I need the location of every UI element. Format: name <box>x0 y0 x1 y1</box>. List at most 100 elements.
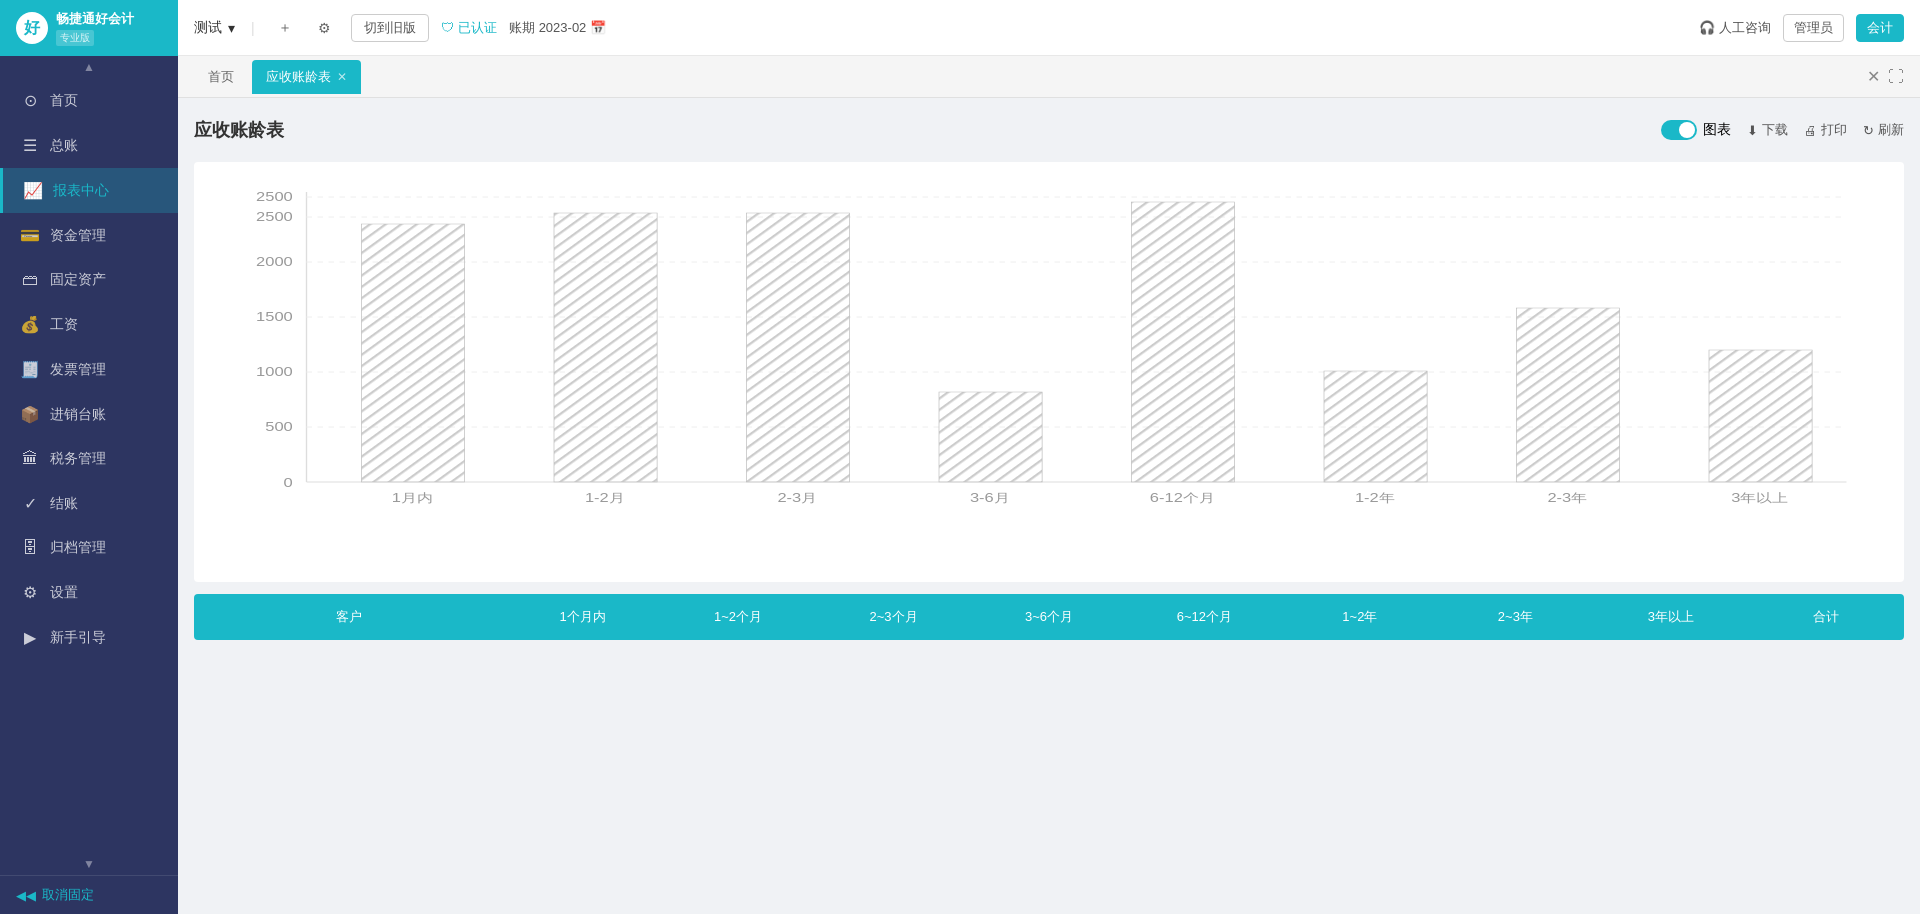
sidebar-item-payroll[interactable]: 💰 工资 <box>0 302 178 347</box>
table-container: 客户 1个月内 1~2个月 2~3个月 3~6个月 6~12个月 1~2年 2~… <box>194 594 1904 640</box>
download-label: 下载 <box>1762 121 1788 139</box>
tab-home[interactable]: 首页 <box>194 60 248 94</box>
sidebar-item-ledger[interactable]: ☰ 总账 <box>0 123 178 168</box>
content-area: 应收账龄表 图表 ⬇ 下载 🖨 打印 ↻ 刷新 <box>178 98 1920 914</box>
sidebar-item-archive[interactable]: 🗄 归档管理 <box>0 526 178 570</box>
svg-text:2-3月: 2-3月 <box>777 491 817 504</box>
bar-6-12个月 <box>1132 202 1235 482</box>
sidebar-scroll-down[interactable]: ▼ <box>0 853 178 875</box>
period-display: 账期 2023-02 📅 <box>509 19 607 37</box>
tabs-bar: 首页 应收账龄表 ✕ ✕ ⛶ <box>178 56 1920 98</box>
logo-text: 畅捷通好会计 专业版 <box>56 10 134 46</box>
download-icon: ⬇ <box>1747 123 1758 138</box>
support-label: 人工咨询 <box>1719 19 1771 37</box>
sidebar-item-reports[interactable]: 📈 报表中心 <box>0 168 178 213</box>
period-label: 账期 <box>509 19 535 37</box>
sidebar-item-label: 进销台账 <box>50 406 106 424</box>
sidebar-item-inventory[interactable]: 📦 进销台账 <box>0 392 178 437</box>
svg-text:1月内: 1月内 <box>392 491 433 504</box>
switch-old-version-button[interactable]: 切到旧版 <box>351 14 429 42</box>
chart-toggle[interactable] <box>1661 120 1697 140</box>
reports-icon: 📈 <box>23 181 43 200</box>
cancel-fixed-btn[interactable]: ◀◀ 取消固定 <box>0 875 178 914</box>
th-customer: 客户 <box>194 608 505 626</box>
th-1-2year: 1~2年 <box>1282 608 1437 626</box>
sidebar-nav: ⊙ 首页 ☰ 总账 📈 报表中心 💳 资金管理 🗃 固定资产 💰 工资 🧾 发票… <box>0 78 178 853</box>
sidebar-item-label: 设置 <box>50 584 78 602</box>
tab-close-icon[interactable]: ✕ <box>337 70 347 84</box>
tabs-right-controls: ✕ ⛶ <box>1867 67 1904 86</box>
tax-icon: 🏛 <box>20 450 40 468</box>
topbar-right: 🎧 人工咨询 管理员 会计 <box>1699 14 1904 42</box>
svg-text:2000: 2000 <box>256 255 293 268</box>
sidebar-item-label: 资金管理 <box>50 227 106 245</box>
svg-text:1000: 1000 <box>256 365 293 378</box>
calendar-icon[interactable]: 📅 <box>590 20 606 35</box>
th-2-3month: 2~3个月 <box>816 608 971 626</box>
workspace-settings-button[interactable]: ⚙ <box>311 14 339 42</box>
sidebar-item-home[interactable]: ⊙ 首页 <box>0 78 178 123</box>
sidebar-item-label: 发票管理 <box>50 361 106 379</box>
add-workspace-button[interactable]: ＋ <box>271 14 299 42</box>
th-6-12month: 6~12个月 <box>1127 608 1282 626</box>
chart-container: 0 500 1000 1500 2000 2500 2500 <box>194 162 1904 582</box>
tab-ar-aging[interactable]: 应收账龄表 ✕ <box>252 60 361 94</box>
svg-text:3年以上: 3年以上 <box>1731 491 1788 504</box>
tab-fullscreen-icon[interactable]: ⛶ <box>1888 68 1904 86</box>
app-name: 畅捷通好会计 <box>56 10 134 28</box>
sidebar-scroll-up[interactable]: ▲ <box>0 56 178 78</box>
sidebar: 好 畅捷通好会计 专业版 ▲ ⊙ 首页 ☰ 总账 📈 报表中心 💳 资金管理 🗃… <box>0 0 178 914</box>
logo-icon: 好 <box>16 12 48 44</box>
sidebar-item-label: 固定资产 <box>50 271 106 289</box>
archive-icon: 🗄 <box>20 539 40 557</box>
bar-1-2年 <box>1324 371 1427 482</box>
closing-icon: ✓ <box>20 494 40 513</box>
headset-icon: 🎧 <box>1699 20 1715 35</box>
ledger-icon: ☰ <box>20 136 40 155</box>
support-button[interactable]: 🎧 人工咨询 <box>1699 19 1771 37</box>
guide-icon: ▶ <box>20 628 40 647</box>
sidebar-item-label: 归档管理 <box>50 539 106 557</box>
workspace-selector[interactable]: 测试 ▾ <box>194 19 235 37</box>
th-3year-plus: 3年以上 <box>1593 608 1748 626</box>
download-button[interactable]: ⬇ 下载 <box>1747 121 1788 139</box>
sidebar-item-assets[interactable]: 🗃 固定资产 <box>0 258 178 302</box>
print-button[interactable]: 🖨 打印 <box>1804 121 1847 139</box>
assets-icon: 🗃 <box>20 271 40 289</box>
sidebar-item-label: 总账 <box>50 137 78 155</box>
tab-ar-aging-label: 应收账龄表 <box>266 68 331 86</box>
sidebar-item-funds[interactable]: 💳 资金管理 <box>0 213 178 258</box>
sidebar-item-settings[interactable]: ⚙ 设置 <box>0 570 178 615</box>
verified-badge: 🛡 已认证 <box>441 19 497 37</box>
accountant-role-button[interactable]: 会计 <box>1856 14 1904 42</box>
sidebar-item-guide[interactable]: ▶ 新手引导 <box>0 615 178 660</box>
sidebar-item-label: 结账 <box>50 495 78 513</box>
pin-left-icon: ◀◀ <box>16 888 36 903</box>
bar-1月内 <box>362 224 465 482</box>
topbar-divider-1: | <box>251 20 255 36</box>
chart-toggle-label: 图表 <box>1703 121 1731 139</box>
cancel-fixed-label: 取消固定 <box>42 886 94 904</box>
bar-3年以上 <box>1709 350 1812 482</box>
admin-role-button[interactable]: 管理员 <box>1783 14 1844 42</box>
sidebar-item-closing[interactable]: ✓ 结账 <box>0 481 178 526</box>
print-label: 打印 <box>1821 121 1847 139</box>
invoice-icon: 🧾 <box>20 360 40 379</box>
th-total: 合计 <box>1749 608 1904 626</box>
th-3-6month: 3~6个月 <box>971 608 1126 626</box>
settings-icon: ⚙ <box>20 583 40 602</box>
topbar: 测试 ▾ | ＋ ⚙ 切到旧版 🛡 已认证 账期 2023-02 📅 🎧 人工咨… <box>178 0 1920 56</box>
th-1-2month: 1~2个月 <box>660 608 815 626</box>
print-icon: 🖨 <box>1804 123 1817 138</box>
sidebar-item-label: 首页 <box>50 92 78 110</box>
shield-icon: 🛡 <box>441 20 454 35</box>
sidebar-item-label: 税务管理 <box>50 450 106 468</box>
svg-text:2500: 2500 <box>256 210 293 223</box>
tab-close-all-icon[interactable]: ✕ <box>1867 67 1880 86</box>
refresh-button[interactable]: ↻ 刷新 <box>1863 121 1904 139</box>
home-icon: ⊙ <box>20 91 40 110</box>
sidebar-item-tax[interactable]: 🏛 税务管理 <box>0 437 178 481</box>
bar-3-6月 <box>939 392 1042 482</box>
main-area: 测试 ▾ | ＋ ⚙ 切到旧版 🛡 已认证 账期 2023-02 📅 🎧 人工咨… <box>178 0 1920 914</box>
sidebar-item-invoice[interactable]: 🧾 发票管理 <box>0 347 178 392</box>
